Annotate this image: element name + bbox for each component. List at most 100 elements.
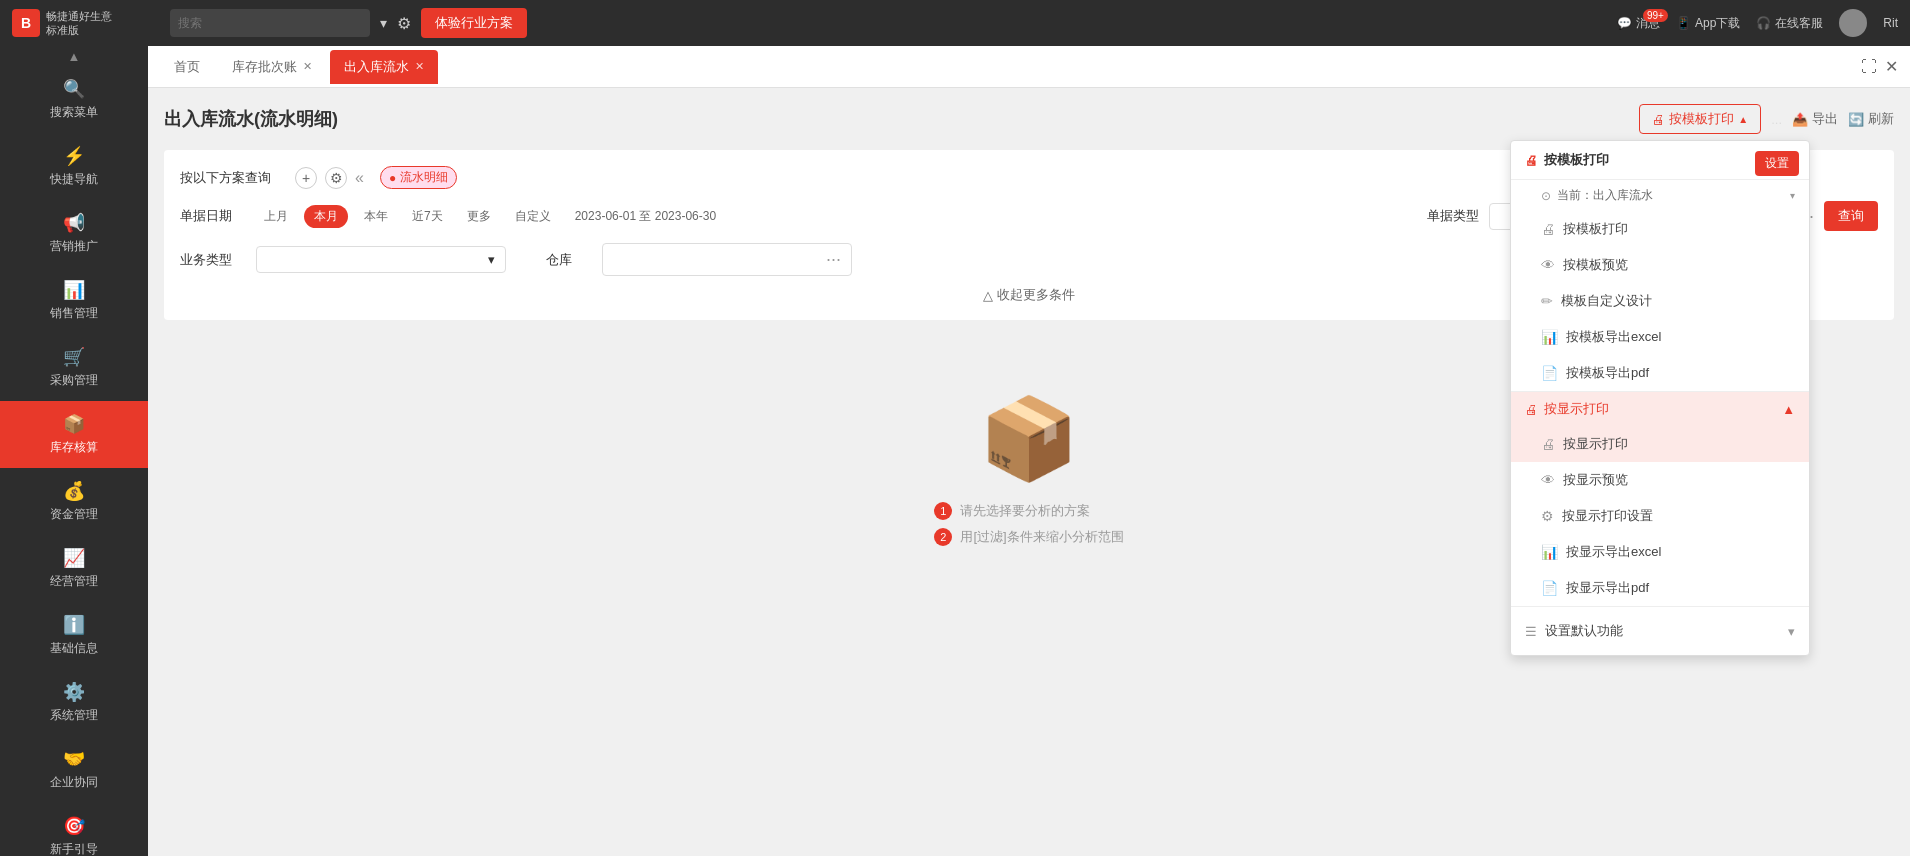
filter-settings-btn[interactable]: ⚙ (325, 167, 347, 189)
date-opt-7days[interactable]: 近7天 (404, 205, 451, 228)
phone-icon: 📱 (1676, 16, 1691, 30)
sidebar-label-search: 搜索菜单 (50, 104, 98, 121)
date-opt-more[interactable]: 更多 (459, 205, 499, 228)
search-input[interactable] (170, 9, 370, 37)
biz-type-select[interactable]: ▾ (256, 246, 506, 273)
preview-icon-1: 👁 (1541, 257, 1555, 273)
current-label: 当前：出入库流水 (1557, 187, 1653, 204)
app-download-btn[interactable]: 📱 App下载 (1676, 15, 1740, 32)
sidebar: ▲ 🔍 搜索菜单 ⚡ 快捷导航 📢 营销推广 📊 销售管理 🛒 采购管理 📦 库… (0, 46, 148, 856)
app-name: 畅捷通好生意 (46, 9, 112, 23)
step-2-text: 用[过滤]条件来缩小分析范围 (960, 528, 1123, 546)
sidebar-label-guide: 新手引导 (50, 841, 98, 856)
export-pdf-display-label: 按显示导出pdf (1566, 579, 1649, 597)
logo-icon: B (12, 9, 40, 37)
dropdown-item-preview-display[interactable]: 👁 按显示预览 (1511, 462, 1809, 498)
refresh-btn[interactable]: 🔄 刷新 (1848, 110, 1894, 128)
app-version: 标准版 (46, 23, 112, 37)
date-opt-last-month[interactable]: 上月 (256, 205, 296, 228)
sidebar-label-marketing: 营销推广 (50, 238, 98, 255)
management-icon: 📈 (63, 547, 85, 569)
warehouse-more[interactable]: ··· (826, 249, 841, 270)
print-icon-2: 🖨 (1541, 436, 1555, 452)
search-icon: 🔍 (63, 78, 85, 100)
sidebar-item-guide[interactable]: 🎯 新手引导 (0, 803, 148, 856)
export-excel-template-label: 按模板导出excel (1566, 328, 1661, 346)
sidebar-item-marketing[interactable]: 📢 营销推广 (0, 200, 148, 267)
tab-fullscreen-btn[interactable]: ⛶ (1861, 58, 1877, 76)
default-chevron: ▾ (1788, 624, 1795, 639)
set-default-btn[interactable]: ☰ 设置默认功能 ▾ (1525, 617, 1795, 645)
sidebar-item-quicknav[interactable]: ⚡ 快捷导航 (0, 133, 148, 200)
logo-area: B 畅捷通好生意 标准版 (12, 9, 160, 38)
export-btn[interactable]: 📤 导出 (1792, 110, 1838, 128)
excel-icon-1: 📊 (1541, 329, 1558, 345)
dropdown-item-export-pdf-template[interactable]: 📄 按模板导出pdf (1511, 355, 1809, 391)
message-icon: 💬 (1617, 16, 1632, 30)
sidebar-scroll-up[interactable]: ▲ (0, 46, 148, 66)
flow-tag[interactable]: ● 流水明细 (380, 166, 457, 189)
filter-add-btn[interactable]: + (295, 167, 317, 189)
sidebar-item-collab[interactable]: 🤝 企业协同 (0, 736, 148, 803)
tab-inventory-batch-close[interactable]: ✕ (303, 60, 312, 73)
filter-collapse-btn[interactable]: « (355, 169, 364, 187)
collapse-more-btn[interactable]: △ 收起更多条件 (983, 286, 1075, 304)
trial-button[interactable]: 体验行业方案 (421, 8, 527, 38)
sub-header-icon: 🖨 (1525, 402, 1538, 417)
current-chevron: ▾ (1790, 190, 1795, 201)
dropdown-item-print-template[interactable]: 🖨 按模板打印 (1511, 211, 1809, 247)
export-label: 导出 (1812, 110, 1838, 128)
sidebar-label-inventory: 库存核算 (50, 439, 98, 456)
sidebar-item-inventory[interactable]: 📦 库存核算 (0, 401, 148, 468)
dropdown-item-preview-template[interactable]: 👁 按模板预览 (1511, 247, 1809, 283)
print-display-label: 按显示打印 (1563, 435, 1628, 453)
finance-icon: 💰 (63, 480, 85, 502)
warehouse-select[interactable]: ··· (602, 243, 852, 276)
sidebar-item-management[interactable]: 📈 经营管理 (0, 535, 148, 602)
dropdown-item-print-settings[interactable]: ⚙ 按显示打印设置 (1511, 498, 1809, 534)
online-service-btn[interactable]: 🎧 在线客服 (1756, 15, 1823, 32)
filter-actions: + ⚙ « (295, 167, 364, 189)
default-icon: ☰ (1525, 624, 1537, 639)
system-icon: ⚙️ (63, 681, 85, 703)
date-opt-this-month[interactable]: 本月 (304, 205, 348, 228)
query-btn[interactable]: 查询 (1824, 201, 1878, 231)
dropdown-settings-btn[interactable]: 设置 (1755, 151, 1799, 176)
tab-flow[interactable]: 出入库流水 ✕ (330, 50, 438, 84)
sidebar-item-system[interactable]: ⚙️ 系统管理 (0, 669, 148, 736)
dropdown-sub-header[interactable]: 🖨 按显示打印 ▲ (1511, 391, 1809, 426)
dropdown-item-design-template[interactable]: ✏ 模板自定义设计 (1511, 283, 1809, 319)
dropdown-item-export-pdf-display[interactable]: 📄 按显示导出pdf (1511, 570, 1809, 606)
dropdown-item-export-excel-template[interactable]: 📊 按模板导出excel (1511, 319, 1809, 355)
printer-icon: 🖨 (1652, 112, 1665, 127)
dropdown-current[interactable]: ⊙ 当前：出入库流水 ▾ (1511, 180, 1809, 211)
tab-home[interactable]: 首页 (160, 50, 214, 84)
current-icon: ⊙ (1541, 189, 1551, 203)
collapse-label: 收起更多条件 (997, 286, 1075, 304)
date-opt-this-year[interactable]: 本年 (356, 205, 396, 228)
app-download-label: App下载 (1695, 15, 1740, 32)
sidebar-item-search[interactable]: 🔍 搜索菜单 (0, 66, 148, 133)
dropdown-bottom: ☰ 设置默认功能 ▾ (1511, 606, 1809, 655)
tab-inventory-batch[interactable]: 库存批次账 ✕ (218, 50, 326, 84)
settings-icon[interactable]: ⚙ (397, 14, 411, 33)
dropdown-item-print-display[interactable]: 🖨 按显示打印 (1511, 426, 1809, 462)
page-title-actions: 🖨 按模板打印 ▲ ... 📤 导出 🔄 刷新 (1639, 104, 1894, 134)
empty-text: 1 请先选择要分析的方案 2 用[过滤]条件来缩小分析范围 (934, 502, 1123, 554)
message-btn[interactable]: 💬 消息 99+ (1617, 15, 1660, 32)
sidebar-item-basic[interactable]: ℹ️ 基础信息 (0, 602, 148, 669)
dropdown-item-export-excel-display[interactable]: 📊 按显示导出excel (1511, 534, 1809, 570)
print-dropdown-panel: 🖨 按模板打印 ▲ ⊙ 当前：出入库流水 ▾ 🖨 按模板打印 (1510, 140, 1810, 656)
sidebar-item-finance[interactable]: 💰 资金管理 (0, 468, 148, 535)
avatar[interactable] (1839, 9, 1867, 37)
tab-close-all-btn[interactable]: ✕ (1885, 57, 1898, 76)
print-label: 按模板打印 (1669, 110, 1734, 128)
date-opt-custom[interactable]: 自定义 (507, 205, 559, 228)
sidebar-item-sales[interactable]: 📊 销售管理 (0, 267, 148, 334)
collapse-icon: △ (983, 288, 993, 303)
print-template-btn[interactable]: 🖨 按模板打印 ▲ (1639, 104, 1761, 134)
search-dropdown-btn[interactable]: ▾ (380, 15, 387, 31)
tab-flow-close[interactable]: ✕ (415, 60, 424, 73)
warehouse-label: 仓库 (546, 251, 586, 269)
sidebar-item-purchase[interactable]: 🛒 采购管理 (0, 334, 148, 401)
